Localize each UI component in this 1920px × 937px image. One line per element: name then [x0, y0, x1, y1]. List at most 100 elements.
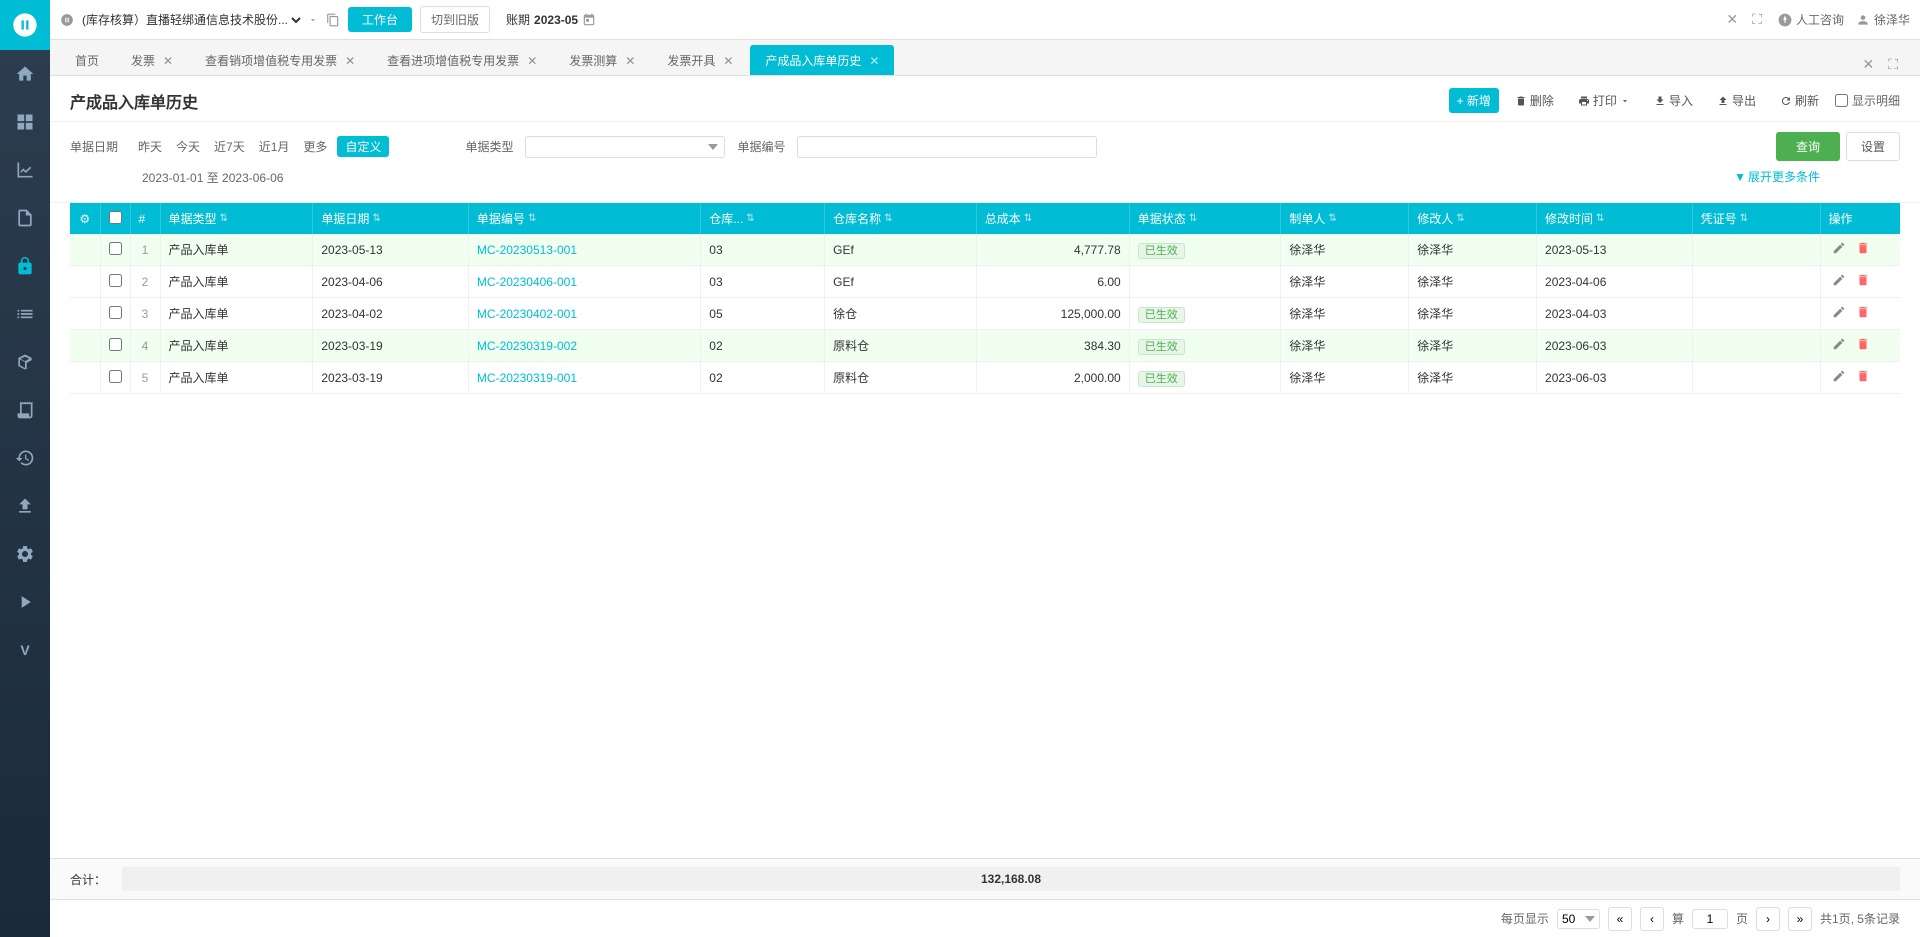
delete-button[interactable]: 删除 [1507, 88, 1562, 113]
history-button[interactable]: 切到旧版 [420, 6, 490, 33]
date-1month[interactable]: 近1月 [255, 136, 294, 157]
page-number-input[interactable] [1692, 909, 1728, 929]
workbench-button[interactable]: 工作台 [348, 7, 412, 32]
tab-expand-button[interactable]: ⛶ [1884, 54, 1902, 75]
tab-invoice[interactable]: 发票 ✕ [116, 45, 188, 75]
row-checkbox[interactable] [109, 274, 122, 287]
row-edit-button[interactable] [1829, 304, 1849, 323]
row-checkbox[interactable] [109, 306, 122, 319]
col-voucher[interactable]: 凭证号⇅ [1692, 203, 1820, 234]
tab-invoice-issue-close[interactable]: ✕ [723, 54, 733, 68]
maximize-window-button[interactable]: ⛶ [1748, 9, 1766, 30]
query-button[interactable]: 查询 [1776, 132, 1840, 161]
sidebar-item-lock[interactable] [0, 242, 50, 290]
row-number[interactable]: MC-20230319-002 [468, 330, 700, 362]
row-number-link[interactable]: MC-20230406-001 [477, 275, 577, 289]
col-number[interactable]: 单据编号⇅ [468, 203, 700, 234]
row-number-link[interactable]: MC-20230319-001 [477, 371, 577, 385]
col-wh-code[interactable]: 仓库...⇅ [701, 203, 825, 234]
row-checkbox[interactable] [109, 370, 122, 383]
per-page-select[interactable]: 50 20 100 [1557, 909, 1600, 929]
show-detail-label[interactable]: 显示明细 [1852, 92, 1900, 109]
sidebar-item-home[interactable] [0, 50, 50, 98]
date-today[interactable]: 今天 [172, 136, 204, 157]
col-status[interactable]: 单据状态⇅ [1129, 203, 1281, 234]
sidebar-item-list[interactable] [0, 290, 50, 338]
row-delete-button[interactable] [1853, 304, 1873, 323]
row-number[interactable]: MC-20230319-001 [468, 362, 700, 394]
set-button[interactable]: 设置 [1846, 132, 1900, 161]
close-window-button[interactable]: ✕ [1722, 9, 1742, 30]
row-checkbox-cell[interactable] [100, 330, 130, 362]
col-settings[interactable]: ⚙ [70, 203, 100, 234]
export-button[interactable]: 导出 [1709, 88, 1764, 113]
row-delete-button[interactable] [1853, 368, 1873, 387]
sidebar-item-grid[interactable] [0, 98, 50, 146]
new-button[interactable]: + 新增 [1449, 88, 1499, 113]
support-label[interactable]: 人工咨询 [1796, 11, 1844, 28]
next-page-button[interactable]: › [1756, 907, 1780, 931]
date-more[interactable]: 更多 [299, 136, 331, 157]
row-checkbox[interactable] [109, 338, 122, 351]
row-number-link[interactable]: MC-20230402-001 [477, 307, 577, 321]
sidebar-item-upload[interactable] [0, 482, 50, 530]
expand-more-button[interactable]: ▼ 展开更多条件 [1734, 168, 1820, 185]
tab-home[interactable]: 首页 [60, 45, 114, 75]
refresh-button[interactable]: 刷新 [1772, 88, 1827, 113]
sidebar-item-settings[interactable] [0, 530, 50, 578]
row-edit-button[interactable] [1829, 240, 1849, 259]
show-detail-input[interactable] [1835, 94, 1848, 107]
row-edit-button[interactable] [1829, 272, 1849, 291]
sidebar-item-doc[interactable] [0, 194, 50, 242]
tab-sales-vat-close[interactable]: ✕ [345, 54, 355, 68]
row-edit-button[interactable] [1829, 336, 1849, 355]
tab-invoice-calc-close[interactable]: ✕ [625, 54, 635, 68]
col-creator[interactable]: 制单人⇅ [1281, 203, 1409, 234]
col-modify-time[interactable]: 修改时间⇅ [1537, 203, 1693, 234]
tab-invoice-calc[interactable]: 发票测算 ✕ [554, 45, 650, 75]
tab-product-inbound[interactable]: 产成品入库单历史 ✕ [750, 45, 894, 75]
row-number[interactable]: MC-20230402-001 [468, 298, 700, 330]
select-all-checkbox[interactable] [109, 211, 122, 224]
row-number-link[interactable]: MC-20230513-001 [477, 243, 577, 257]
row-checkbox-cell[interactable] [100, 298, 130, 330]
row-number[interactable]: MC-20230406-001 [468, 266, 700, 298]
sidebar-item-v[interactable]: V [0, 626, 50, 674]
tab-close-button[interactable]: ✕ [1858, 54, 1878, 75]
col-select-all[interactable] [100, 203, 130, 234]
row-checkbox-cell[interactable] [100, 234, 130, 266]
import-button[interactable]: 导入 [1646, 88, 1701, 113]
number-filter-input[interactable] [797, 136, 1097, 158]
tab-sales-vat[interactable]: 查看销项增值税专用发票 ✕ [190, 45, 370, 75]
col-total-cost[interactable]: 总成本⇅ [976, 203, 1129, 234]
print-button[interactable]: 打印 [1570, 88, 1638, 113]
sidebar-item-receipt[interactable] [0, 386, 50, 434]
row-checkbox[interactable] [109, 242, 122, 255]
row-checkbox-cell[interactable] [100, 266, 130, 298]
row-delete-button[interactable] [1853, 240, 1873, 259]
date-7days[interactable]: 近7天 [210, 136, 249, 157]
row-number-link[interactable]: MC-20230319-002 [477, 339, 577, 353]
tab-purchase-vat-close[interactable]: ✕ [527, 54, 537, 68]
last-page-button[interactable]: » [1788, 907, 1812, 931]
sidebar-item-play[interactable] [0, 578, 50, 626]
col-date[interactable]: 单据日期⇅ [313, 203, 469, 234]
tab-invoice-close[interactable]: ✕ [163, 54, 173, 68]
date-custom[interactable]: 自定义 [337, 136, 389, 157]
col-wh-name[interactable]: 仓库名称⇅ [825, 203, 977, 234]
type-filter-select[interactable] [525, 136, 725, 158]
row-checkbox-cell[interactable] [100, 362, 130, 394]
row-number[interactable]: MC-20230513-001 [468, 234, 700, 266]
row-delete-button[interactable] [1853, 336, 1873, 355]
sidebar-item-history[interactable] [0, 434, 50, 482]
col-modifier[interactable]: 修改人⇅ [1409, 203, 1537, 234]
sidebar-item-box[interactable] [0, 338, 50, 386]
tab-product-inbound-close[interactable]: ✕ [869, 54, 879, 68]
first-page-button[interactable]: « [1608, 907, 1632, 931]
company-select[interactable]: (库存核算）直播轻绑通信息技术股份... [78, 12, 304, 28]
prev-page-button[interactable]: ‹ [1640, 907, 1664, 931]
sidebar-item-chart[interactable] [0, 146, 50, 194]
calendar-icon[interactable] [582, 13, 596, 27]
tab-purchase-vat[interactable]: 查看进项增值税专用发票 ✕ [372, 45, 552, 75]
tab-invoice-issue[interactable]: 发票开具 ✕ [652, 45, 748, 75]
